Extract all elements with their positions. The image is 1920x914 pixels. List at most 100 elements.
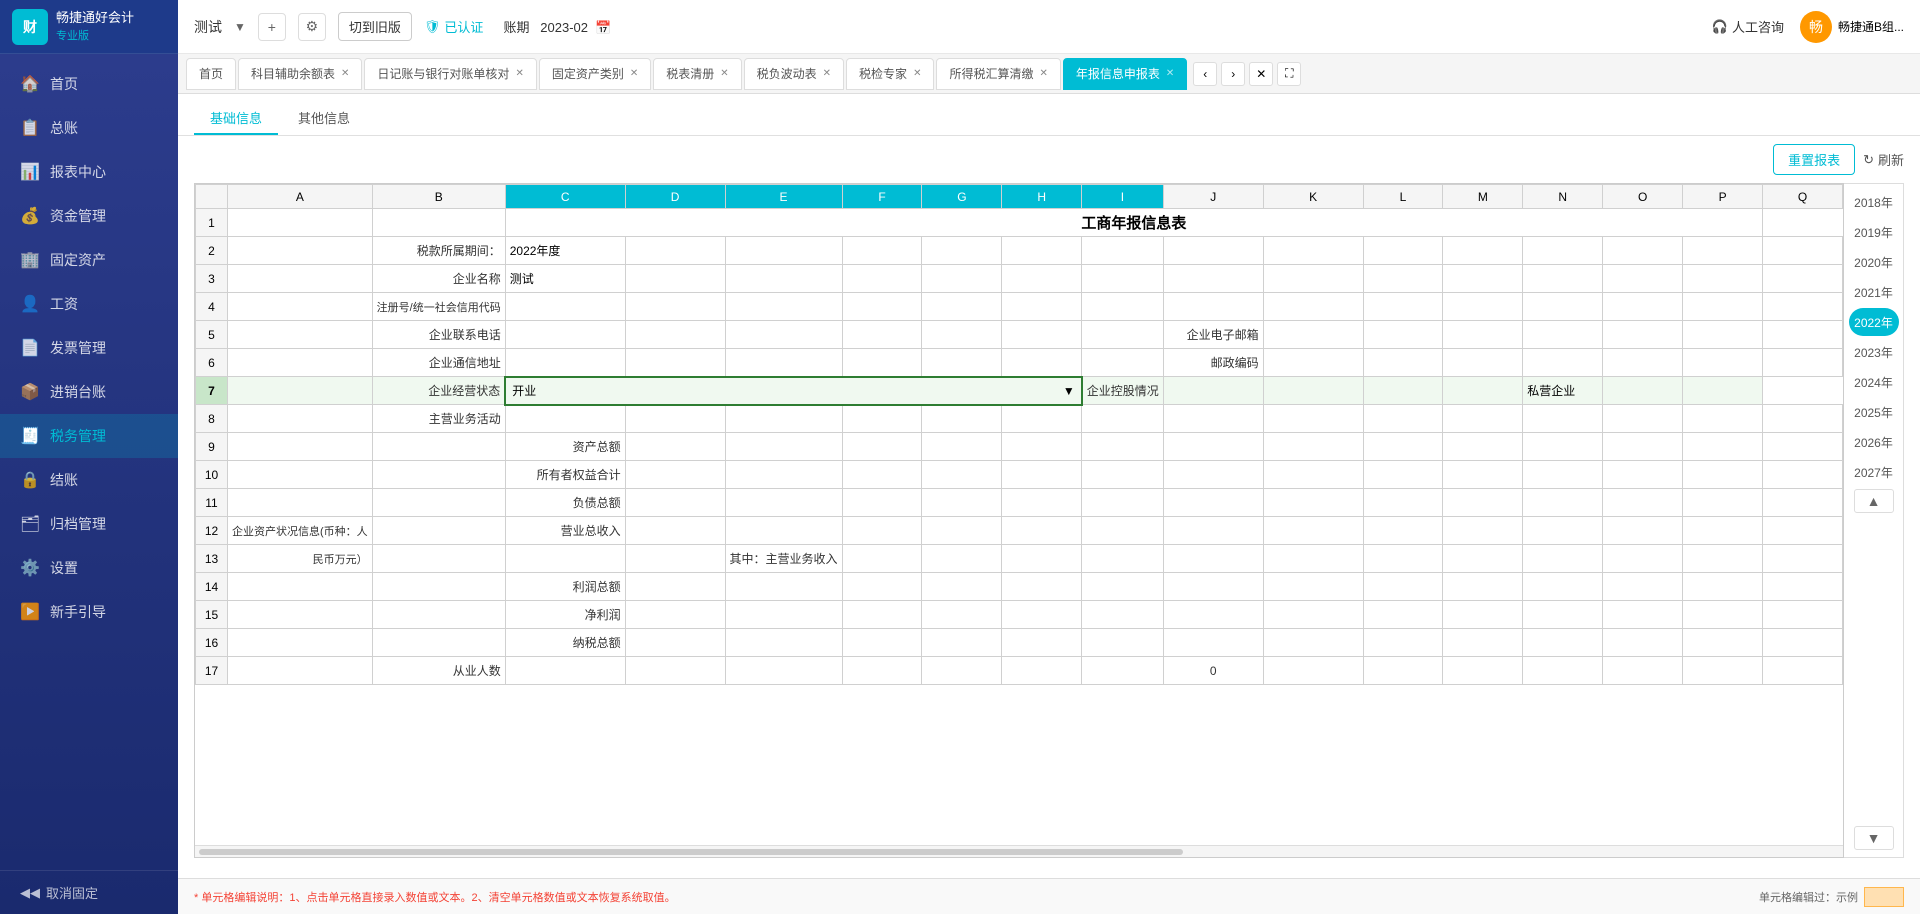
cell-9-L[interactable] xyxy=(1363,433,1443,461)
cell-8-L[interactable] xyxy=(1363,405,1443,433)
cell-16-H[interactable] xyxy=(1002,629,1082,657)
cell-9-J[interactable] xyxy=(1163,433,1263,461)
cell-6-A[interactable] xyxy=(228,349,373,377)
cell-10-I[interactable] xyxy=(1082,461,1164,489)
cell-10-P[interactable] xyxy=(1683,461,1763,489)
add-button[interactable]: + xyxy=(258,13,286,41)
cell-11-G[interactable] xyxy=(922,489,1002,517)
cell-8-O[interactable] xyxy=(1603,405,1683,433)
cell-16-D[interactable] xyxy=(625,629,725,657)
year-item-2024年[interactable]: 2024年 xyxy=(1849,368,1899,396)
cell-5-E[interactable] xyxy=(725,321,842,349)
cell-3-O[interactable] xyxy=(1603,265,1683,293)
cell-3-H[interactable] xyxy=(1002,265,1082,293)
cell-3-M[interactable] xyxy=(1443,265,1523,293)
cell-10-M[interactable] xyxy=(1443,461,1523,489)
sidebar-item-reports[interactable]: 📊报表中心 xyxy=(0,150,178,194)
cell-7-A[interactable] xyxy=(228,377,373,405)
cell-11-I[interactable] xyxy=(1082,489,1164,517)
cell-14-D[interactable] xyxy=(625,573,725,601)
cell-9-E[interactable] xyxy=(725,433,842,461)
cell-3-N[interactable] xyxy=(1523,265,1603,293)
cell-7-J[interactable]: 企业控股情况 xyxy=(1082,377,1164,405)
cell-10-L[interactable] xyxy=(1363,461,1443,489)
cell-4-I[interactable] xyxy=(1082,293,1164,321)
cell-8-F[interactable] xyxy=(842,405,922,433)
cell-9-K[interactable] xyxy=(1263,433,1363,461)
cell-2-D[interactable] xyxy=(625,237,725,265)
cell-6-G[interactable] xyxy=(922,349,1002,377)
cell-16-C[interactable]: 纳税总额 xyxy=(505,629,625,657)
cell-8-I[interactable] xyxy=(1082,405,1164,433)
cell-5-B[interactable]: 企业联系电话 xyxy=(372,321,505,349)
cell-2-O[interactable] xyxy=(1603,237,1683,265)
cell-7-CDEFGHI[interactable]: 开业 ▼ xyxy=(505,377,1081,405)
cell-17-C[interactable] xyxy=(505,657,625,685)
cell-8-C[interactable] xyxy=(505,405,625,433)
cell-14-O[interactable] xyxy=(1603,573,1683,601)
cell-4-A[interactable] xyxy=(228,293,373,321)
sidebar-item-home[interactable]: 🏠首页 xyxy=(0,62,178,106)
cell-4-P[interactable] xyxy=(1683,293,1763,321)
cell-17-Q[interactable] xyxy=(1763,657,1843,685)
reset-report-button[interactable]: 重置报表 xyxy=(1773,144,1855,175)
cell-7-M[interactable] xyxy=(1363,377,1443,405)
cell-4-B[interactable]: 注册号/统一社会信用代码 xyxy=(372,293,505,321)
cell-16-O[interactable] xyxy=(1603,629,1683,657)
cell-4-H[interactable] xyxy=(1002,293,1082,321)
cell-2-C[interactable]: 2022年度 xyxy=(505,237,625,265)
sidebar-item-close[interactable]: 🔒结账 xyxy=(0,458,178,502)
cell-12-D[interactable] xyxy=(625,517,725,545)
col-header-I[interactable]: I xyxy=(1082,185,1164,209)
cell-13-F[interactable] xyxy=(842,545,922,573)
year-item-2022年[interactable]: 2022年 xyxy=(1849,308,1899,336)
cell-9-G[interactable] xyxy=(922,433,1002,461)
col-header-F[interactable]: F xyxy=(842,185,922,209)
cell-5-J[interactable]: 企业电子邮箱 xyxy=(1163,321,1263,349)
cell-12-J[interactable] xyxy=(1163,517,1263,545)
refresh-button[interactable]: ↻ 刷新 xyxy=(1863,150,1904,169)
cell-9-A[interactable] xyxy=(228,433,373,461)
tab-close-icon[interactable]: ✕ xyxy=(913,68,921,79)
cell-13-B[interactable] xyxy=(372,545,505,573)
year-item-2019年[interactable]: 2019年 xyxy=(1849,218,1899,246)
cell-14-I[interactable] xyxy=(1082,573,1164,601)
cell-8-A[interactable] xyxy=(228,405,373,433)
cell-16-F[interactable] xyxy=(842,629,922,657)
dropdown-operating-status[interactable]: 开业 ▼ xyxy=(506,382,1080,399)
tab-close-icon[interactable]: ✕ xyxy=(341,68,349,79)
cell-8-E[interactable] xyxy=(725,405,842,433)
cell-6-I[interactable] xyxy=(1082,349,1164,377)
cell-15-H[interactable] xyxy=(1002,601,1082,629)
cell-13-A[interactable]: 民币万元） xyxy=(228,545,373,573)
cell-5-G[interactable] xyxy=(922,321,1002,349)
cell-12-E[interactable] xyxy=(725,517,842,545)
cell-4-K[interactable] xyxy=(1263,293,1363,321)
cell-16-P[interactable] xyxy=(1683,629,1763,657)
cell-13-G[interactable] xyxy=(922,545,1002,573)
cell-13-D[interactable] xyxy=(625,545,725,573)
col-header-L[interactable]: L xyxy=(1363,185,1443,209)
cell-16-J[interactable] xyxy=(1163,629,1263,657)
cell-7-K[interactable] xyxy=(1163,377,1263,405)
cell-15-K[interactable] xyxy=(1263,601,1363,629)
cell-17-D[interactable] xyxy=(625,657,725,685)
cell-10-F[interactable] xyxy=(842,461,922,489)
cell-5-Q[interactable] xyxy=(1763,321,1843,349)
cell-14-H[interactable] xyxy=(1002,573,1082,601)
tab-fixed_assets_type[interactable]: 固定资产类别✕ xyxy=(539,58,651,90)
cell-2-E[interactable] xyxy=(725,237,842,265)
cell-11-D[interactable] xyxy=(625,489,725,517)
cell-11-O[interactable] xyxy=(1603,489,1683,517)
cell-2-A[interactable] xyxy=(228,237,373,265)
cell-6-P[interactable] xyxy=(1683,349,1763,377)
cell-13-E[interactable]: 其中：主营业务收入 xyxy=(725,545,842,573)
cell-4-F[interactable] xyxy=(842,293,922,321)
cell-2-K[interactable] xyxy=(1263,237,1363,265)
cell-14-C[interactable]: 利润总额 xyxy=(505,573,625,601)
cell-17-M[interactable] xyxy=(1443,657,1523,685)
year-item-2021年[interactable]: 2021年 xyxy=(1849,278,1899,306)
cell-16-L[interactable] xyxy=(1363,629,1443,657)
cell-15-J[interactable] xyxy=(1163,601,1263,629)
cell-9-O[interactable] xyxy=(1603,433,1683,461)
